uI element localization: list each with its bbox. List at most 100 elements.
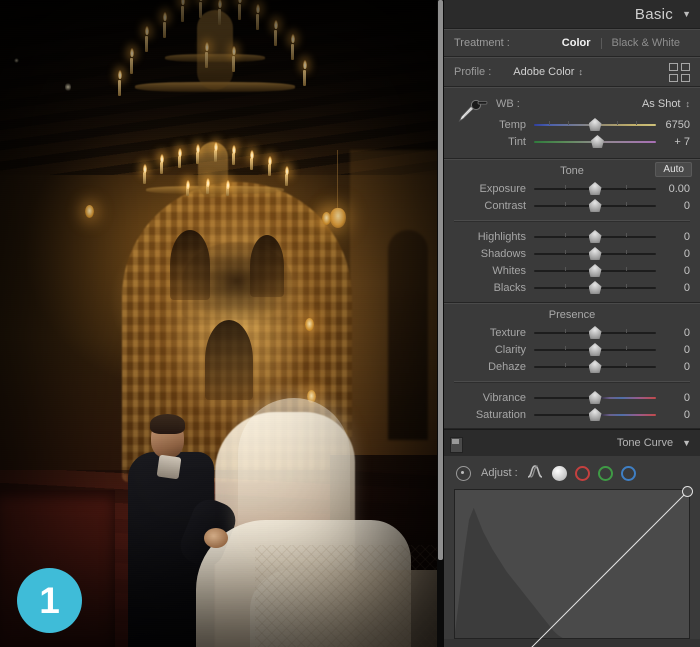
chevron-down-icon[interactable]: ▼ <box>682 9 691 19</box>
slider-knob-highlights[interactable] <box>588 230 602 243</box>
slider-track-contrast[interactable] <box>534 199 656 212</box>
slider-track-dehaze[interactable] <box>534 360 656 373</box>
wedding-photo <box>0 0 437 647</box>
slider-track-clarity[interactable] <box>534 343 656 356</box>
tone-curve-toggle-icon[interactable] <box>450 437 463 453</box>
badge-number: 1 <box>39 580 60 621</box>
slider-knob-temp[interactable] <box>588 118 602 131</box>
slider-value-clarity[interactable]: 0 <box>656 344 690 356</box>
slider-knob-exposure[interactable] <box>588 182 602 195</box>
wb-row: WB : As Shot ↕ <box>496 95 690 113</box>
eyedropper-icon[interactable] <box>454 97 488 123</box>
tone-group-title-row: Tone Auto <box>444 160 700 180</box>
basic-panel-header[interactable]: Basic ▼ <box>444 0 700 29</box>
slider-value-saturation[interactable]: 0 <box>656 409 690 421</box>
photo-preview-pane[interactable]: 1 <box>0 0 437 647</box>
basic-panel-title: Basic <box>634 5 674 23</box>
slider-knob-whites[interactable] <box>588 264 602 277</box>
slider-value-whites[interactable]: 0 <box>656 265 690 277</box>
profile-grid-icon[interactable] <box>669 62 690 82</box>
chevron-down-icon[interactable]: ▼ <box>682 438 691 448</box>
slider-track-highlights[interactable] <box>534 230 656 243</box>
slider-track-saturation[interactable] <box>534 408 656 421</box>
dress-lace-texture <box>255 545 437 647</box>
tone-curve-panel-header[interactable]: Tone Curve ▼ <box>444 429 700 456</box>
slider-row-shadows: Shadows 0 <box>444 245 700 262</box>
slider-value-temp[interactable]: 6750 <box>656 119 690 131</box>
wb-stepper-icon[interactable]: ↕ <box>686 99 691 109</box>
candle-flame <box>291 34 295 43</box>
slider-knob-shadows[interactable] <box>588 247 602 260</box>
slider-knob-vibrance[interactable] <box>588 391 602 404</box>
slider-row-tint: Tint + 7 <box>454 133 690 150</box>
bride-veil-sheer <box>238 398 350 558</box>
panel-scrollbar-thumb[interactable] <box>438 0 443 560</box>
profile-value[interactable]: Adobe Color <box>513 66 574 78</box>
slider-row-vibrance: Vibrance 0 <box>444 389 700 406</box>
tone-title: Tone <box>560 165 584 177</box>
treatment-option-color[interactable]: Color <box>552 37 601 49</box>
slider-label-whites: Whites <box>492 264 526 277</box>
candle-flame <box>250 150 254 159</box>
slider-track-vibrance[interactable] <box>534 391 656 404</box>
slider-knob-blacks[interactable] <box>588 281 602 294</box>
slider-value-blacks[interactable]: 0 <box>656 282 690 294</box>
slider-knob-tint[interactable] <box>590 135 604 148</box>
profile-stepper-icon[interactable]: ↕ <box>578 67 583 77</box>
candle-flame <box>232 145 236 154</box>
slider-track-texture[interactable] <box>534 326 656 339</box>
slider-track-blacks[interactable] <box>534 281 656 294</box>
target-adjust-icon[interactable] <box>456 465 471 481</box>
slider-value-exposure[interactable]: 0.00 <box>656 183 690 195</box>
chandelier-main <box>105 0 325 134</box>
slider-knob-contrast[interactable] <box>588 199 602 212</box>
channel-dot-green[interactable] <box>597 465 613 481</box>
slider-row-exposure: Exposure 0.00 <box>444 180 700 197</box>
candle-flame <box>178 148 182 157</box>
light-spark <box>14 58 19 63</box>
presence-divider <box>454 381 690 383</box>
channel-dot-blue[interactable] <box>620 465 636 481</box>
auto-tone-button[interactable]: Auto <box>655 162 692 177</box>
candle-flame <box>186 180 190 189</box>
tone-section: Tone Auto Exposure 0.00 Contrast 0 Highl… <box>444 159 700 303</box>
candle-flame <box>206 178 210 187</box>
slider-row-texture: Texture 0 <box>444 324 700 341</box>
slider-track-temp[interactable] <box>534 118 656 131</box>
slider-knob-saturation[interactable] <box>588 408 602 421</box>
groom-hair <box>150 414 185 434</box>
treatment-option-bw[interactable]: Black & White <box>602 37 690 49</box>
slider-value-shadows[interactable]: 0 <box>656 248 690 260</box>
candle-flame <box>118 70 122 79</box>
slider-label-dehaze: Dehaze <box>488 360 526 373</box>
slider-track-whites[interactable] <box>534 264 656 277</box>
slider-track-shadows[interactable] <box>534 247 656 260</box>
candle-flame <box>145 26 149 35</box>
slider-value-contrast[interactable]: 0 <box>656 200 690 212</box>
slider-value-dehaze[interactable]: 0 <box>656 361 690 373</box>
slider-row-dehaze: Dehaze 0 <box>444 358 700 375</box>
slider-knob-texture[interactable] <box>588 326 602 339</box>
slider-knob-dehaze[interactable] <box>588 360 602 373</box>
wb-value[interactable]: As Shot <box>642 98 683 110</box>
panel-scrollbar[interactable] <box>437 0 444 647</box>
treatment-row: Treatment : Color Black & White <box>444 30 700 56</box>
slider-value-texture[interactable]: 0 <box>656 327 690 339</box>
slider-track-exposure[interactable] <box>534 182 656 195</box>
slider-label-tint: Tint <box>508 135 526 148</box>
channel-dot-red[interactable] <box>574 465 590 481</box>
tone-curve-graph[interactable] <box>454 486 693 639</box>
candle-flame <box>130 48 134 57</box>
slider-track-tint[interactable] <box>534 135 656 148</box>
candle-flame <box>143 164 147 173</box>
tone-curve-line[interactable] <box>455 490 689 647</box>
tone-curve-control-point[interactable] <box>682 486 693 497</box>
slider-knob-clarity[interactable] <box>588 343 602 356</box>
slider-label-contrast: Contrast <box>484 199 526 212</box>
curve-icon[interactable] <box>526 464 544 482</box>
slider-value-highlights[interactable]: 0 <box>656 231 690 243</box>
channel-dot-white[interactable] <box>551 465 567 481</box>
slider-value-vibrance[interactable]: 0 <box>656 392 690 404</box>
slider-value-tint[interactable]: + 7 <box>656 136 690 148</box>
candle-flame <box>268 156 272 165</box>
